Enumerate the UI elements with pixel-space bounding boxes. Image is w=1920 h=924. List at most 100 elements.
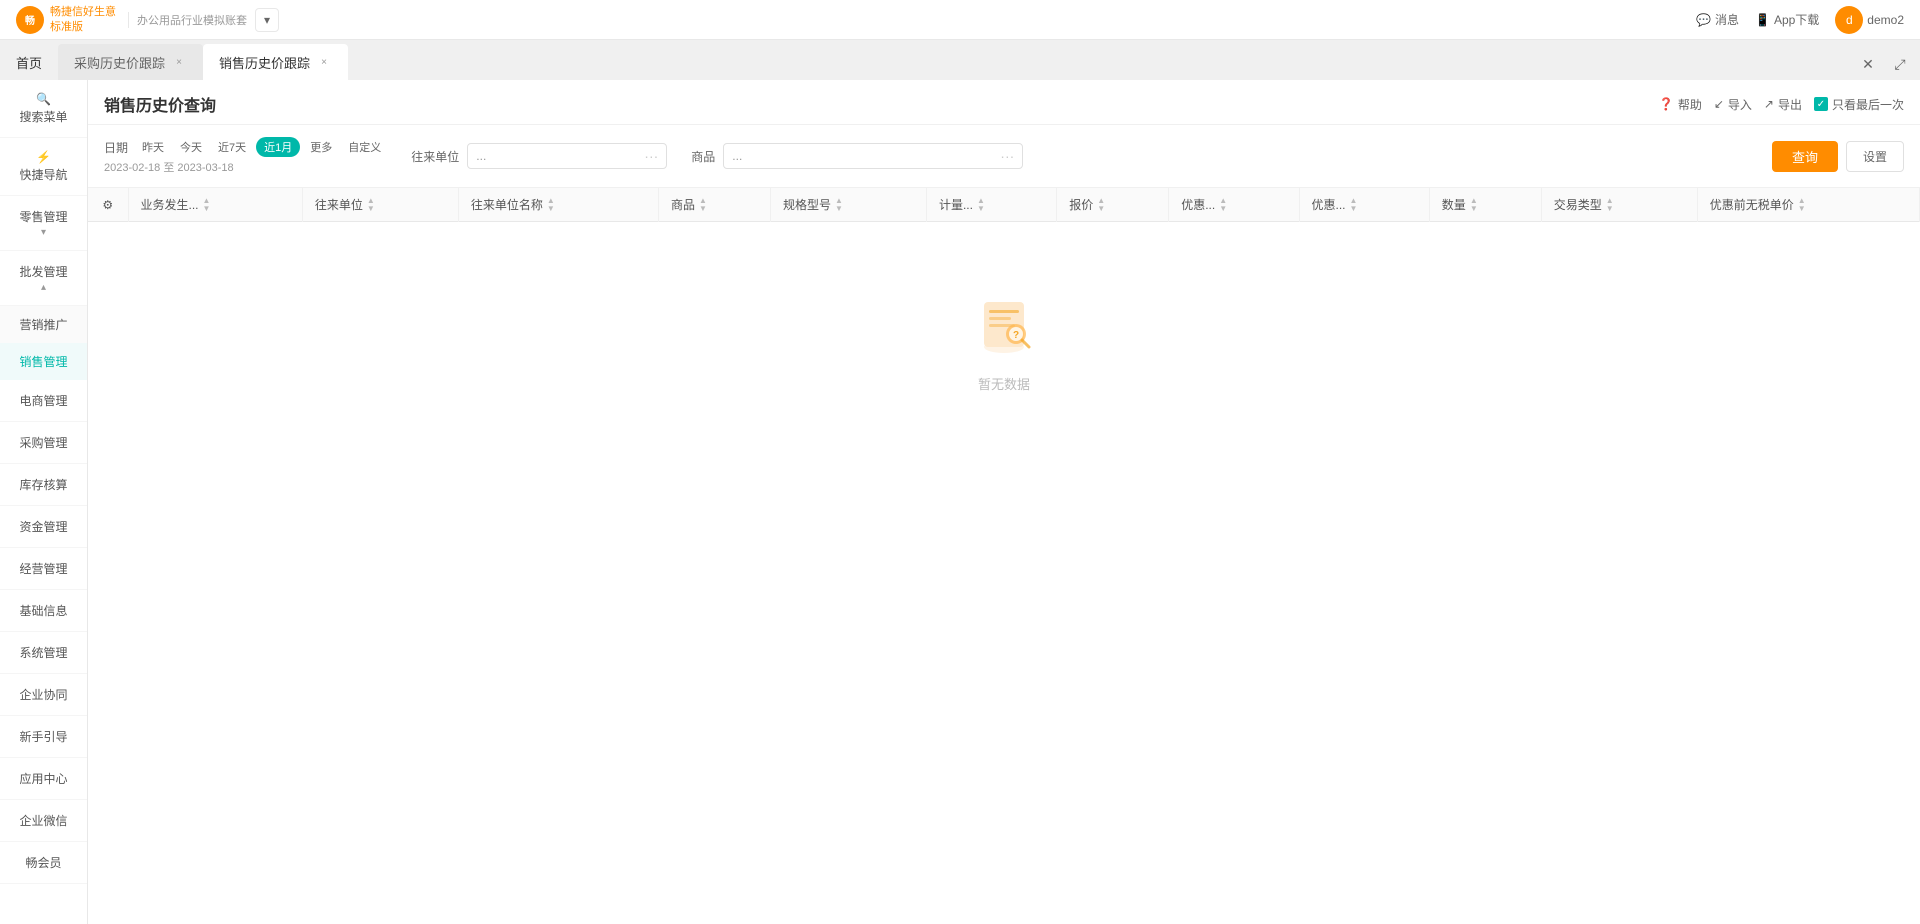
product-dots-icon: ··· bbox=[1000, 148, 1014, 164]
sidebar-item-member[interactable]: 畅会员 bbox=[0, 842, 87, 884]
sort-spec: ▲▼ bbox=[835, 197, 843, 213]
col-qty[interactable]: 数量 ▲▼ bbox=[1429, 188, 1541, 222]
date-custom[interactable]: 自定义 bbox=[342, 137, 387, 157]
logo-icon: 畅 bbox=[16, 6, 44, 34]
col-discount2[interactable]: 优惠... ▲▼ bbox=[1299, 188, 1429, 222]
sidebar-item-beginner-guide[interactable]: 新手引导 bbox=[0, 716, 87, 758]
col-from-unit[interactable]: 往来单位 ▲▼ bbox=[302, 188, 458, 222]
tab-bar: 首页 采购历史价跟踪 × 销售历史价跟踪 × ✕ ⤢ bbox=[0, 40, 1920, 80]
tab-sales-history-close[interactable]: × bbox=[316, 54, 332, 70]
sidebar-item-inventory-check[interactable]: 库存核算 bbox=[0, 464, 87, 506]
maximize-btn[interactable]: ⤢ bbox=[1888, 52, 1912, 76]
sidebar-item-system-mgmt[interactable]: 系统管理 bbox=[0, 632, 87, 674]
date-today[interactable]: 今天 bbox=[174, 137, 208, 157]
help-btn[interactable]: ❓ 帮助 bbox=[1659, 96, 1702, 113]
sort-quote: ▲▼ bbox=[1097, 197, 1105, 213]
logo-text: 畅捷信好生意 标准版 bbox=[50, 5, 116, 34]
logo-area: 畅 畅捷信好生意 标准版 bbox=[16, 5, 116, 34]
col-spec[interactable]: 规格型号 ▲▼ bbox=[770, 188, 926, 222]
svg-text:?: ? bbox=[1013, 330, 1019, 341]
tab-purchase-history[interactable]: 采购历史价跟踪 × bbox=[58, 44, 203, 80]
sort-from-unit: ▲▼ bbox=[367, 197, 375, 213]
empty-text: 暂无数据 bbox=[978, 374, 1030, 393]
help-icon: ❓ bbox=[1659, 97, 1674, 111]
only-last-checkbox[interactable]: ✓ bbox=[1814, 97, 1828, 111]
col-from-unit-name[interactable]: 往来单位名称 ▲▼ bbox=[458, 188, 658, 222]
close-window-btn[interactable]: ✕ bbox=[1856, 52, 1880, 76]
sidebar-item-search-menu[interactable]: 🔍 搜索菜单 bbox=[0, 80, 87, 138]
export-btn[interactable]: ↗ 导出 bbox=[1764, 96, 1802, 113]
query-page: 销售历史价查询 ❓ 帮助 ↙ 导入 ↗ 导出 ✓ bbox=[88, 80, 1920, 924]
sidebar-item-retail-mgmt[interactable]: 零售管理 ▾ bbox=[0, 196, 87, 251]
content-area: 销售历史价查询 ❓ 帮助 ↙ 导入 ↗ 导出 ✓ bbox=[88, 80, 1920, 924]
sort-qty: ▲▼ bbox=[1470, 197, 1478, 213]
export-icon: ↗ bbox=[1764, 97, 1774, 111]
sidebar: 🔍 搜索菜单 ⚡ 快捷导航 零售管理 ▾ 批发管理 ▴ 营销推广 销售管理 电商… bbox=[0, 80, 88, 924]
app-download-btn[interactable]: 📱 App下载 bbox=[1755, 11, 1819, 28]
product-input[interactable]: ... ··· bbox=[723, 143, 1023, 169]
date-1month[interactable]: 近1月 bbox=[256, 137, 300, 157]
breadcrumb: 办公用品行业模拟账套 bbox=[128, 12, 247, 28]
date-7days[interactable]: 近7天 bbox=[212, 137, 252, 157]
sidebar-item-quick-nav[interactable]: ⚡ 快捷导航 bbox=[0, 138, 87, 196]
app-icon: 📱 bbox=[1755, 13, 1770, 27]
sidebar-item-marketing[interactable]: 营销推广 bbox=[0, 306, 87, 343]
sidebar-item-enterprise-wechat[interactable]: 企业微信 bbox=[0, 800, 87, 842]
sidebar-item-sales-mgmt[interactable]: 销售管理 bbox=[0, 343, 87, 380]
search-menu-icon: 🔍 bbox=[36, 92, 51, 106]
date-filter-group: 日期 昨天 今天 近7天 近1月 更多 自定义 2023-02-18 至 202… bbox=[104, 137, 387, 175]
sidebar-item-finance-mgmt[interactable]: 资金管理 bbox=[0, 506, 87, 548]
filter-bar: 日期 昨天 今天 近7天 近1月 更多 自定义 2023-02-18 至 202… bbox=[88, 125, 1920, 188]
date-more[interactable]: 更多 bbox=[304, 137, 338, 157]
empty-state: ? 暂无数据 bbox=[88, 222, 1920, 453]
sort-unit: ▲▼ bbox=[977, 197, 985, 213]
only-last-checkbox-label[interactable]: ✓ 只看最后一次 bbox=[1814, 96, 1904, 113]
sort-discount2: ▲▼ bbox=[1350, 197, 1358, 213]
sidebar-item-wholesale-mgmt[interactable]: 批发管理 ▴ bbox=[0, 251, 87, 306]
date-range-text: 2023-02-18 至 2023-03-18 bbox=[104, 159, 387, 175]
date-yesterday[interactable]: 昨天 bbox=[136, 137, 170, 157]
col-quote[interactable]: 报价 ▲▼ bbox=[1057, 188, 1169, 222]
main-layout: 🔍 搜索菜单 ⚡ 快捷导航 零售管理 ▾ 批发管理 ▴ 营销推广 销售管理 电商… bbox=[0, 80, 1920, 924]
tab-home[interactable]: 首页 bbox=[0, 44, 58, 80]
col-discount1[interactable]: 优惠... ▲▼ bbox=[1169, 188, 1299, 222]
date-filter: 日期 昨天 今天 近7天 近1月 更多 自定义 bbox=[104, 137, 387, 157]
sidebar-item-purchase-mgmt[interactable]: 采购管理 bbox=[0, 422, 87, 464]
header-right: 💬 消息 📱 App下载 d demo2 bbox=[1696, 6, 1904, 34]
sidebar-item-app-center[interactable]: 应用中心 bbox=[0, 758, 87, 800]
sort-from-unit-name: ▲▼ bbox=[547, 197, 555, 213]
quick-dates: 昨天 今天 近7天 近1月 更多 自定义 bbox=[136, 137, 387, 157]
tab-purchase-history-close[interactable]: × bbox=[171, 54, 187, 70]
product-filter: 商品 ... ··· bbox=[691, 143, 1023, 169]
col-trade-type[interactable]: 交易类型 ▲▼ bbox=[1541, 188, 1697, 222]
empty-icon: ? bbox=[964, 282, 1044, 362]
from-unit-label: 往来单位 bbox=[411, 148, 459, 165]
sidebar-item-enterprise-collab[interactable]: 企业协同 bbox=[0, 674, 87, 716]
wholesale-mgmt-arrow: ▴ bbox=[41, 282, 46, 293]
search-button[interactable]: 查询 bbox=[1772, 141, 1838, 172]
workspace-selector[interactable]: ▾ bbox=[255, 8, 279, 32]
col-unit[interactable]: 计量... ▲▼ bbox=[926, 188, 1056, 222]
from-unit-placeholder: ... bbox=[476, 149, 644, 163]
tab-sales-history[interactable]: 销售历史价跟踪 × bbox=[203, 44, 348, 80]
sidebar-item-ecommerce-mgmt[interactable]: 电商管理 bbox=[0, 380, 87, 422]
col-biz-date[interactable]: 业务发生... ▲▼ bbox=[128, 188, 302, 222]
product-placeholder: ... bbox=[732, 149, 1000, 163]
settings-button[interactable]: 设置 bbox=[1846, 141, 1904, 172]
settings-icon: ⚙ bbox=[102, 198, 113, 212]
avatar-text: d bbox=[1846, 13, 1853, 27]
page-title-bar: 销售历史价查询 ❓ 帮助 ↙ 导入 ↗ 导出 ✓ bbox=[88, 80, 1920, 125]
col-settings[interactable]: ⚙ bbox=[88, 188, 128, 222]
col-pretax-price[interactable]: 优惠前无税单价 ▲▼ bbox=[1697, 188, 1919, 222]
message-btn[interactable]: 💬 消息 bbox=[1696, 11, 1739, 28]
import-btn[interactable]: ↙ 导入 bbox=[1714, 96, 1752, 113]
page-actions: ❓ 帮助 ↙ 导入 ↗ 导出 ✓ 只看最后一次 bbox=[1659, 96, 1904, 113]
col-product[interactable]: 商品 ▲▼ bbox=[659, 188, 771, 222]
sidebar-item-operation-mgmt[interactable]: 经营管理 bbox=[0, 548, 87, 590]
sidebar-item-basic-info[interactable]: 基础信息 bbox=[0, 590, 87, 632]
sort-biz-date: ▲▼ bbox=[203, 197, 211, 213]
date-label: 日期 bbox=[104, 139, 128, 156]
user-info[interactable]: d demo2 bbox=[1835, 6, 1904, 34]
from-unit-dots-icon: ··· bbox=[644, 148, 658, 164]
from-unit-input[interactable]: ... ··· bbox=[467, 143, 667, 169]
